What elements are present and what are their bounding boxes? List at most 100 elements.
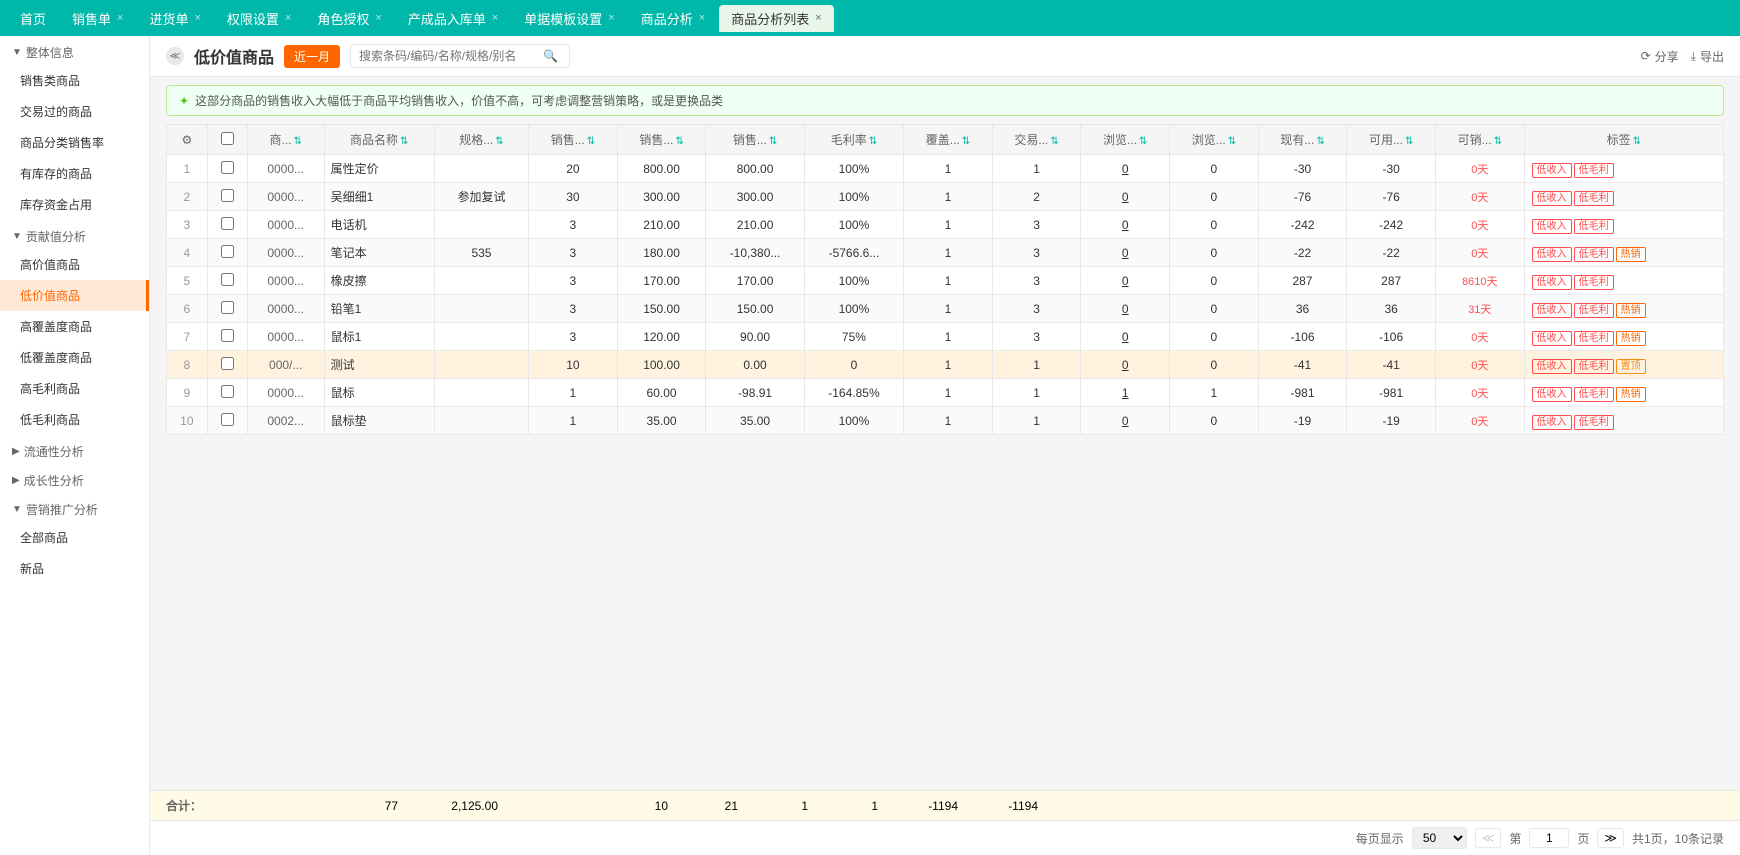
- browse1-link[interactable]: 0: [1122, 218, 1129, 232]
- row-checkbox[interactable]: [221, 245, 234, 258]
- row-checkbox[interactable]: [221, 161, 234, 174]
- sort-icon-margin_rate[interactable]: ⇅: [869, 136, 877, 147]
- row-checkbox[interactable]: [221, 413, 234, 426]
- row-checkbox[interactable]: [221, 357, 234, 370]
- browse1-link[interactable]: 0: [1122, 190, 1129, 204]
- col-header-current_stock[interactable]: 现有...⇅: [1258, 125, 1347, 155]
- sort-icon-available[interactable]: ⇅: [1405, 136, 1413, 147]
- nav-close-icon[interactable]: ×: [285, 12, 291, 24]
- col-header-sales_amount[interactable]: 销售...⇅: [706, 125, 804, 155]
- settings-icon[interactable]: ⚙: [181, 133, 192, 147]
- col-header-sellable[interactable]: 可销...⇅: [1435, 125, 1524, 155]
- export-btn[interactable]: ⤓ 导出: [1691, 48, 1724, 65]
- sidebar-group-流通性分析[interactable]: ▶流通性分析: [0, 435, 149, 464]
- sidebar-item-低毛利商品[interactable]: 低毛利商品: [0, 404, 149, 435]
- row-browse1[interactable]: 1: [1081, 379, 1170, 407]
- browse1-link[interactable]: 0: [1122, 414, 1129, 428]
- filter-btn[interactable]: 近一月: [284, 45, 340, 68]
- sort-icon-sales_qty[interactable]: ⇅: [587, 136, 595, 147]
- row-checkbox[interactable]: [221, 329, 234, 342]
- nav-item-角色授权[interactable]: 角色授权×: [305, 5, 393, 32]
- row-browse1[interactable]: 0: [1081, 239, 1170, 267]
- sidebar-item-低价值商品[interactable]: 低价值商品: [0, 280, 149, 311]
- sidebar-group-整体信息[interactable]: ▼整体信息: [0, 36, 149, 65]
- sidebar-item-高毛利商品[interactable]: 高毛利商品: [0, 373, 149, 404]
- nav-close-icon[interactable]: ×: [815, 12, 821, 24]
- sort-icon-tags[interactable]: ⇅: [1633, 136, 1641, 147]
- nav-item-单据模板设置[interactable]: 单据模板设置×: [512, 5, 626, 32]
- sidebar-item-商品分类销售率[interactable]: 商品分类销售率: [0, 127, 149, 158]
- sidebar-item-库存资金占用[interactable]: 库存资金占用: [0, 189, 149, 220]
- browse1-link[interactable]: 0: [1122, 162, 1129, 176]
- col-header-sales_qty[interactable]: 销售...⇅: [529, 125, 618, 155]
- sidebar-item-低覆盖度商品[interactable]: 低覆盖度商品: [0, 342, 149, 373]
- col-header-margin_rate[interactable]: 毛利率⇅: [804, 125, 903, 155]
- row-browse1[interactable]: 0: [1081, 407, 1170, 435]
- search-input[interactable]: [359, 49, 539, 63]
- first-page-btn[interactable]: ≪: [1475, 828, 1502, 848]
- sort-icon-browse2[interactable]: ⇅: [1228, 136, 1236, 147]
- browse1-link[interactable]: 0: [1122, 358, 1129, 372]
- nav-item-产成品入库单[interactable]: 产成品入库单×: [396, 5, 510, 32]
- col-header-code[interactable]: 商...⇅: [247, 125, 324, 155]
- sidebar-item-高价值商品[interactable]: 高价值商品: [0, 249, 149, 280]
- share-btn[interactable]: ⟳ 分享: [1641, 48, 1679, 65]
- col-header-trade[interactable]: 交易...⇅: [992, 125, 1081, 155]
- row-browse1[interactable]: 0: [1081, 155, 1170, 183]
- sidebar-item-新品[interactable]: 新品: [0, 553, 149, 584]
- sort-icon-spec[interactable]: ⇅: [495, 136, 503, 147]
- col-header-coverage[interactable]: 覆盖...⇅: [904, 125, 993, 155]
- row-checkbox[interactable]: [221, 189, 234, 202]
- row-browse1[interactable]: 0: [1081, 295, 1170, 323]
- nav-item-进货单[interactable]: 进货单×: [137, 5, 212, 32]
- nav-close-icon[interactable]: ×: [608, 12, 614, 24]
- browse1-link[interactable]: 1: [1122, 386, 1129, 400]
- browse1-link[interactable]: 0: [1122, 302, 1129, 316]
- nav-close-icon[interactable]: ×: [699, 12, 705, 24]
- sidebar-group-营销推广分析[interactable]: ▼营销推广分析: [0, 493, 149, 522]
- sort-icon-sellable[interactable]: ⇅: [1494, 136, 1502, 147]
- sort-icon-sales_price[interactable]: ⇅: [675, 136, 683, 147]
- sidebar-item-有库存的商品[interactable]: 有库存的商品: [0, 158, 149, 189]
- nav-item-商品分析列表[interactable]: 商品分析列表×: [719, 5, 833, 32]
- sidebar-item-销售类商品[interactable]: 销售类商品: [0, 65, 149, 96]
- sort-icon-name[interactable]: ⇅: [400, 136, 408, 147]
- sidebar-group-贡献值分析[interactable]: ▼贡献值分析: [0, 220, 149, 249]
- browse1-link[interactable]: 0: [1122, 246, 1129, 260]
- row-browse1[interactable]: 0: [1081, 183, 1170, 211]
- sort-icon-current_stock[interactable]: ⇅: [1316, 136, 1324, 147]
- col-header-sales_price[interactable]: 销售...⇅: [617, 125, 706, 155]
- row-checkbox[interactable]: [221, 273, 234, 286]
- sidebar-group-成长性分析[interactable]: ▶成长性分析: [0, 464, 149, 493]
- col-header-browse1[interactable]: 浏览...⇅: [1081, 125, 1170, 155]
- sort-icon-trade[interactable]: ⇅: [1050, 136, 1058, 147]
- row-checkbox[interactable]: [221, 301, 234, 314]
- nav-item-销售单[interactable]: 销售单×: [60, 5, 135, 32]
- select-all-checkbox[interactable]: [221, 132, 234, 145]
- row-browse1[interactable]: 0: [1081, 211, 1170, 239]
- browse1-link[interactable]: 0: [1122, 274, 1129, 288]
- row-browse1[interactable]: 0: [1081, 267, 1170, 295]
- sidebar-item-高覆盖度商品[interactable]: 高覆盖度商品: [0, 311, 149, 342]
- nav-close-icon[interactable]: ×: [492, 12, 498, 24]
- col-header-available[interactable]: 可用...⇅: [1347, 125, 1436, 155]
- row-checkbox[interactable]: [221, 217, 234, 230]
- nav-close-icon[interactable]: ×: [194, 12, 200, 24]
- next-page-btn[interactable]: ≫: [1597, 828, 1624, 848]
- sort-icon-browse1[interactable]: ⇅: [1139, 136, 1147, 147]
- page-size-select[interactable]: 50 100 200: [1412, 827, 1467, 849]
- nav-close-icon[interactable]: ×: [117, 12, 123, 24]
- col-header-name[interactable]: 商品名称⇅: [324, 125, 434, 155]
- col-header-spec[interactable]: 规格...⇅: [434, 125, 528, 155]
- nav-item-商品分析[interactable]: 商品分析×: [629, 5, 717, 32]
- sort-icon-code[interactable]: ⇅: [294, 136, 302, 147]
- row-browse1[interactable]: 0: [1081, 351, 1170, 379]
- sort-icon-coverage[interactable]: ⇅: [962, 136, 970, 147]
- row-browse1[interactable]: 0: [1081, 323, 1170, 351]
- sort-icon-sales_amount[interactable]: ⇅: [769, 136, 777, 147]
- collapse-btn[interactable]: ≪: [166, 47, 184, 65]
- col-header-tags[interactable]: 标签⇅: [1524, 125, 1723, 155]
- nav-item-权限设置[interactable]: 权限设置×: [215, 5, 303, 32]
- col-header-browse2[interactable]: 浏览...⇅: [1170, 125, 1259, 155]
- nav-item-首页[interactable]: 首页: [8, 5, 58, 32]
